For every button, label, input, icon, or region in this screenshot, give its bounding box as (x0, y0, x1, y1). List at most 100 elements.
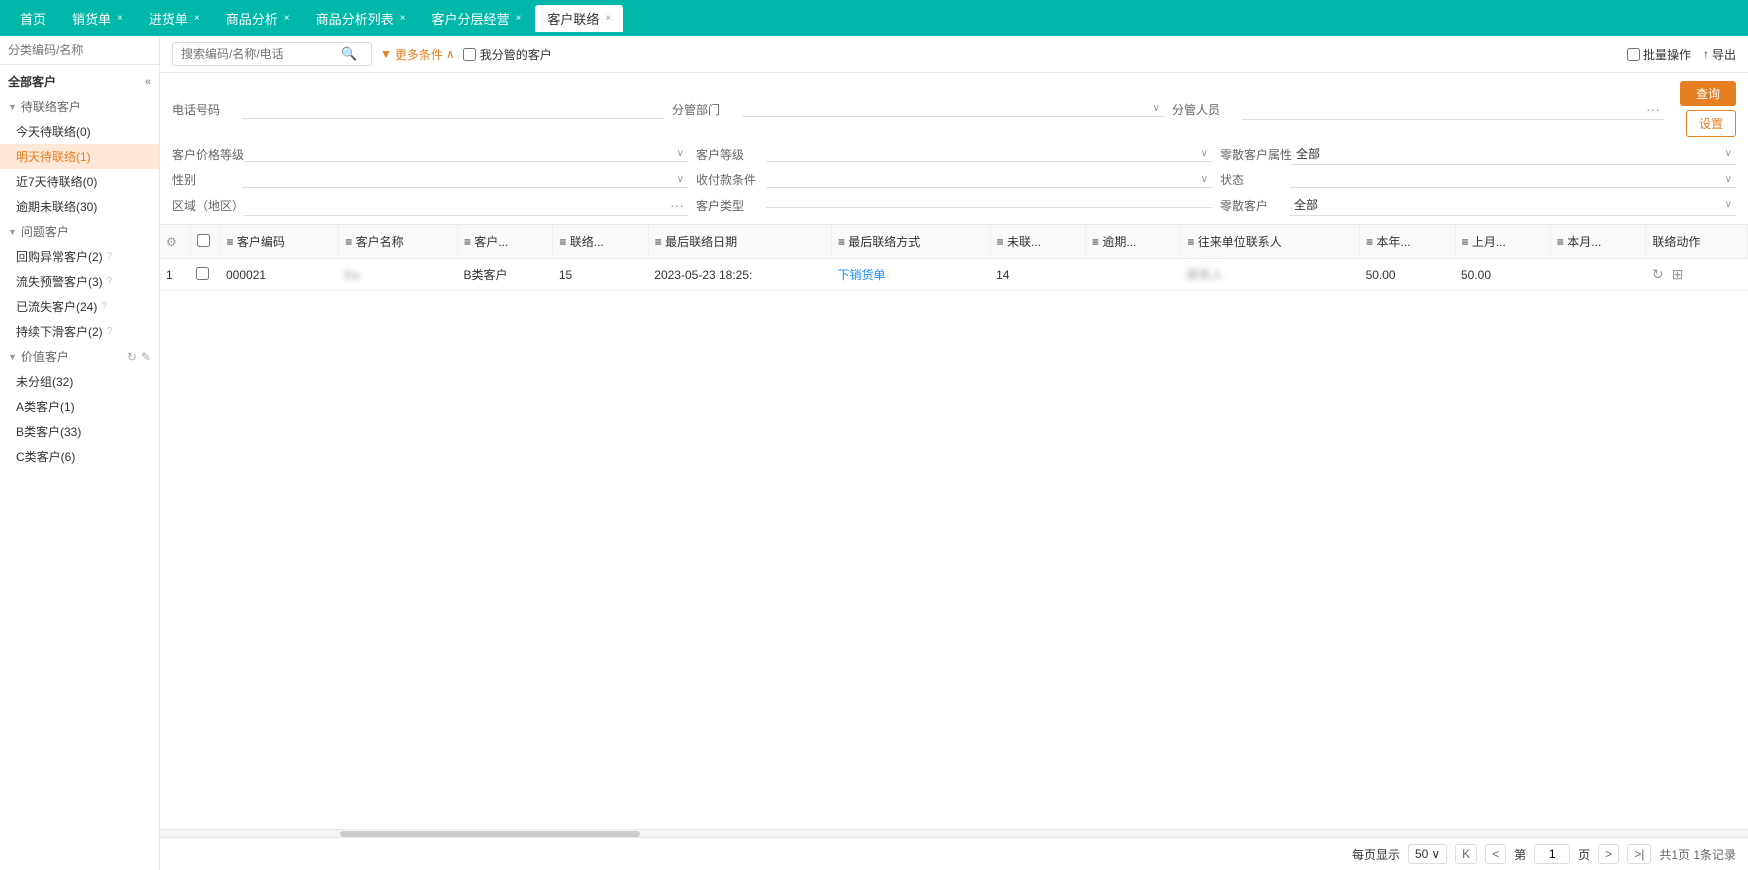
sidebar-problem-item[interactable]: 回购异常客户(2)? (0, 244, 159, 269)
area-dots-icon[interactable]: ··· (670, 197, 684, 213)
row-checkbox[interactable] (196, 267, 209, 280)
more-conditions-btn[interactable]: ▼ 更多条件 ∧ (380, 46, 455, 63)
sidebar-value-item[interactable]: C类客户(6) (0, 444, 159, 469)
search-submit-icon[interactable]: 🔍 (341, 46, 357, 62)
nav-item-销货单[interactable]: 销货单× (60, 5, 135, 32)
value-header-icons: ↻ ✎ (127, 350, 151, 364)
contact-refresh-icon[interactable]: ↻ (1652, 266, 1664, 283)
filter-row-2: 客户价格等级 ∨ 客户等级 ∨ 零散客户属性 全部 (172, 143, 1736, 165)
row-checkbox-cell (190, 259, 220, 291)
nav-item-商品分析列表[interactable]: 商品分析列表× (304, 5, 418, 32)
refresh-icon[interactable]: ↻ (127, 350, 137, 364)
search-input[interactable] (181, 47, 341, 61)
contact-grid-icon[interactable]: ⊞ (1672, 266, 1684, 283)
action-col-header: 联络动作 (1646, 225, 1748, 259)
my-customers-wrap: 我分管的客户 (463, 46, 552, 63)
page-number-input[interactable] (1534, 844, 1570, 864)
all-customers-label: 全部客户 (8, 73, 56, 90)
row-this-year: 50.00 (1360, 259, 1455, 291)
manager-select[interactable]: ··· (1242, 99, 1664, 120)
nav-close-icon[interactable]: × (194, 13, 200, 24)
horizontal-scrollbar[interactable] (160, 829, 1748, 837)
sidebar-value-item[interactable]: B类客户(33) (0, 419, 159, 444)
nav-close-icon[interactable]: × (400, 13, 406, 24)
value-customers-header: 价值客户 ↻ ✎ (0, 344, 159, 369)
manager-dots-icon[interactable]: ··· (1646, 101, 1660, 117)
nav-close-icon[interactable]: × (515, 13, 521, 24)
dept-select[interactable]: ∨ (742, 101, 1164, 117)
sidebar-value-item[interactable]: A类客户(1) (0, 394, 159, 419)
gender-select[interactable]: ∨ (242, 172, 688, 188)
gender-chevron-icon: ∨ (677, 174, 684, 185)
select-all-checkbox[interactable] (197, 234, 210, 247)
export-btn[interactable]: ↑ 导出 (1703, 46, 1736, 63)
batch-op-checkbox[interactable] (1627, 48, 1640, 61)
sidebar-pending-item[interactable]: 逾期未联络(30) (0, 194, 159, 219)
sidebar-pending-item[interactable]: 今天待联络(0) (0, 119, 159, 144)
contacts-col-header: ≡ 联络... (553, 225, 648, 259)
sidebar-search-input[interactable] (8, 43, 160, 57)
retail-attr-select[interactable]: 全部 ∨ (1292, 143, 1736, 165)
customer-type-field: 客户类型 (696, 197, 1212, 214)
retail-customer-select[interactable]: 全部 ∨ (1290, 194, 1736, 216)
settings-button[interactable]: 设置 (1686, 110, 1736, 137)
no-contact-col-header: ≡ 未联... (990, 225, 1085, 259)
nav-item-客户分层经营[interactable]: 客户分层经营× (419, 5, 533, 32)
area-select[interactable]: ··· (244, 195, 688, 216)
settings-col-header[interactable]: ⚙ (160, 225, 190, 259)
payment-chevron-icon: ∨ (1201, 174, 1208, 185)
batch-op-label: 批量操作 (1643, 46, 1691, 63)
nav-item-首页[interactable]: 首页 (8, 5, 58, 32)
sidebar-collapse-btn[interactable]: « (145, 76, 151, 88)
type-col-header: ≡ 客户... (457, 225, 552, 259)
nav-item-进货单[interactable]: 进货单× (137, 5, 212, 32)
nav-close-icon[interactable]: × (117, 13, 123, 24)
last-page-btn[interactable]: >| (1627, 844, 1651, 864)
sidebar-problem-item[interactable]: 流失预警客户(3)? (0, 269, 159, 294)
phone-field: 电话号码 (172, 100, 664, 119)
help-icon: ? (107, 326, 113, 337)
customer-grade-field: 客户等级 ∨ (696, 146, 1212, 163)
nav-close-icon[interactable]: × (605, 13, 611, 24)
row-overdue (1086, 259, 1181, 291)
phone-input[interactable] (242, 100, 664, 119)
prev-page-btn[interactable]: < (1485, 844, 1506, 864)
page-size-value: 50 (1415, 847, 1428, 861)
page-size-select[interactable]: 50 ∨ (1408, 844, 1447, 864)
filter-row-1: 电话号码 分管部门 ∨ 分管人员 ··· (172, 81, 1736, 137)
sidebar-pending-item[interactable]: 近7天待联络(0) (0, 169, 159, 194)
payment-select[interactable]: ∨ (766, 172, 1212, 188)
nav-item-商品分析[interactable]: 商品分析× (214, 5, 302, 32)
code-col-header: ≡ 客户编码 (220, 225, 339, 259)
sidebar-problem-item[interactable]: 持续下滑客户(2)? (0, 319, 159, 344)
last-date-col-header: ≡ 最后联络日期 (648, 225, 831, 259)
value-grade-select[interactable]: ∨ (244, 146, 688, 162)
customer-grade-select[interactable]: ∨ (766, 146, 1212, 162)
batch-op-btn[interactable]: 批量操作 (1627, 46, 1691, 63)
sidebar-pending-item[interactable]: 明天待联络(1) (0, 144, 159, 169)
pending-contact-label: 待联络客户 (21, 98, 81, 115)
query-button[interactable]: 查询 (1680, 81, 1736, 106)
customer-type-label: 客户类型 (696, 197, 766, 214)
this-year-col-header: ≡ 本年... (1360, 225, 1455, 259)
scroll-thumb[interactable] (340, 831, 640, 837)
retail-attr-value: 全部 (1296, 145, 1320, 162)
row-no-contact: 14 (990, 259, 1085, 291)
last-way-col-header: ≡ 最后联络方式 (831, 225, 990, 259)
sidebar-search-wrap: 🔍 (0, 36, 159, 65)
my-customers-checkbox[interactable] (463, 48, 476, 61)
export-icon: ↑ (1703, 47, 1709, 61)
last-contact-way-link[interactable]: 下销货单 (837, 268, 885, 282)
nav-item-客户联络[interactable]: 客户联络× (535, 5, 623, 32)
first-page-btn[interactable]: K (1455, 844, 1477, 864)
table-header-row: ⚙ ≡ 客户编码 ≡ 客户名称 ≡ 客户... ≡ 联络... ≡ 最后联络日期… (160, 225, 1748, 259)
action-icons-wrap: ↻⊞ (1652, 266, 1742, 283)
gear-icon[interactable]: ⚙ (166, 235, 177, 249)
nav-close-icon[interactable]: × (284, 13, 290, 24)
status-select[interactable]: ∨ (1290, 172, 1736, 188)
next-page-btn[interactable]: > (1598, 844, 1619, 864)
sidebar-value-item[interactable]: 未分组(32) (0, 369, 159, 394)
edit-icon[interactable]: ✎ (141, 350, 151, 364)
customer-type-select[interactable] (766, 203, 1212, 208)
sidebar-problem-item[interactable]: 已流失客户(24)? (0, 294, 159, 319)
